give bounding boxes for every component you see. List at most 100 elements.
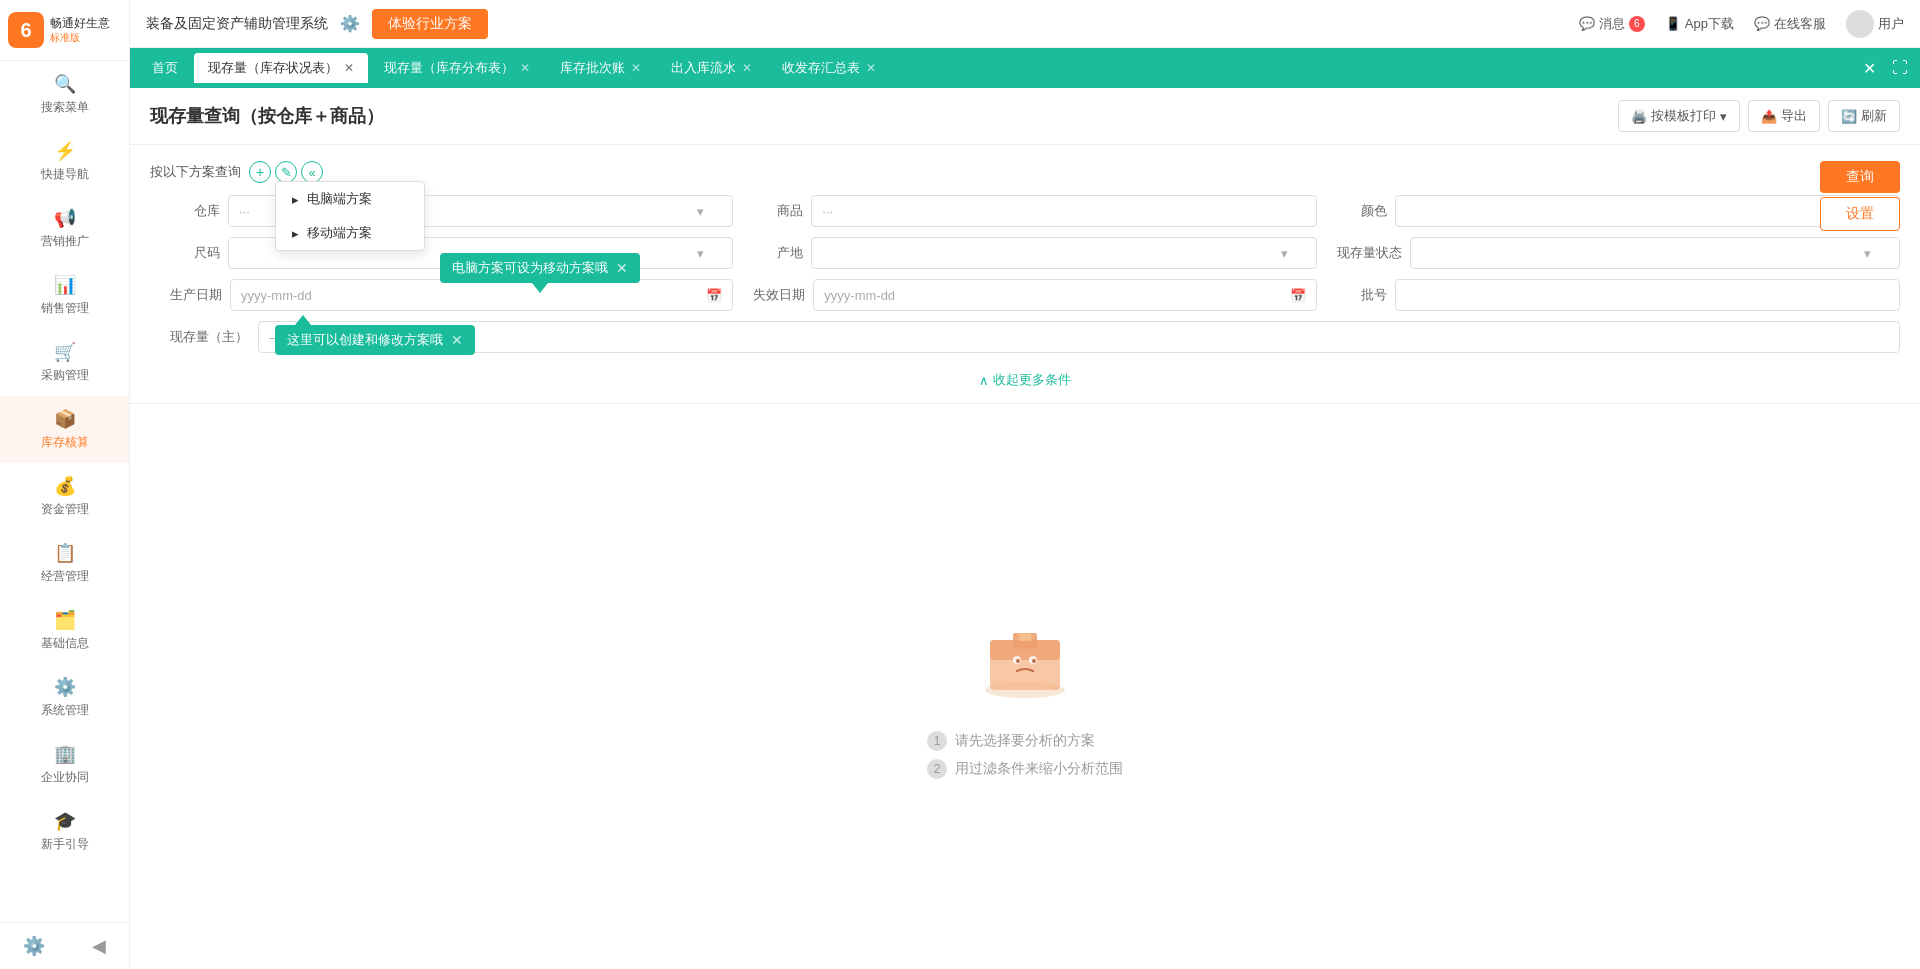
- svg-point-7: [1016, 659, 1020, 663]
- query-button[interactable]: 查询: [1820, 161, 1900, 193]
- pc-scheme-item[interactable]: ▸ 电脑端方案: [276, 182, 424, 216]
- sidebar-item-operations[interactable]: 📋 经营管理: [0, 530, 129, 597]
- chevron-down-icon5: ▾: [1864, 246, 1871, 261]
- app-download-btn[interactable]: 📱 App下载: [1665, 15, 1734, 33]
- tab-receive-send[interactable]: 收发存汇总表 ✕: [768, 53, 890, 83]
- filter-cell-stock-status: 现存量状态 ▾: [1337, 237, 1900, 269]
- page-content: 现存量查询（按仓库＋商品） 🖨️ 按模板打印 ▾ 📤 导出 🔄 刷新: [130, 88, 1920, 969]
- refresh-btn[interactable]: 🔄 刷新: [1828, 100, 1900, 132]
- tab-close-stock-status[interactable]: ✕: [344, 61, 354, 75]
- mobile-scheme-item[interactable]: ▸ 移动端方案: [276, 216, 424, 250]
- tab-stock-status[interactable]: 现存量（库存状况表） ✕: [194, 53, 368, 83]
- tooltip1-close[interactable]: ✕: [616, 260, 628, 276]
- goods-select[interactable]: ···: [811, 195, 1316, 227]
- sidebar-item-quicknav[interactable]: ⚡ 快捷导航: [0, 128, 129, 195]
- tab-close-stock-dist[interactable]: ✕: [520, 61, 530, 75]
- sidebar-item-purchase[interactable]: 🛒 采购管理: [0, 329, 129, 396]
- tooltip2-close[interactable]: ✕: [451, 332, 463, 348]
- filter-scheme-btns: + ✎ «: [249, 161, 323, 183]
- tip-num-1: 1: [927, 731, 947, 751]
- export-icon: 📤: [1761, 109, 1777, 124]
- tab-close-receive-send[interactable]: ✕: [866, 61, 876, 75]
- user-label: 用户: [1878, 15, 1904, 33]
- scheme-left-btn[interactable]: «: [301, 161, 323, 183]
- tab-inout-flow[interactable]: 出入库流水 ✕: [657, 53, 766, 83]
- inventory-icon: 📦: [54, 408, 76, 430]
- phone-icon: 📱: [1665, 16, 1681, 31]
- add-scheme-btn[interactable]: +: [249, 161, 271, 183]
- sales-icon: 📊: [54, 274, 76, 296]
- tab-close-inout-flow[interactable]: ✕: [742, 61, 752, 75]
- sidebar-item-finance[interactable]: 💰 资金管理: [0, 463, 129, 530]
- finance-icon: 💰: [54, 475, 76, 497]
- tab-stock-dist[interactable]: 现存量（库存分布表） ✕: [370, 53, 544, 83]
- tab-actions: ✕ ⛶: [1859, 55, 1912, 82]
- sidebar-item-basic[interactable]: 🗂️ 基础信息: [0, 597, 129, 664]
- enterprise-icon: 🏢: [54, 743, 76, 765]
- origin-select[interactable]: ▾: [811, 237, 1316, 269]
- filter-row-2: 尺码 ▾ 产地 ▾ 现存量状态: [170, 237, 1900, 269]
- sidebar-item-inventory[interactable]: 📦 库存核算: [0, 396, 129, 463]
- message-icon: 💬: [1579, 16, 1595, 31]
- experience-btn[interactable]: 体验行业方案: [372, 9, 488, 39]
- tab-expand-btn[interactable]: ⛶: [1888, 55, 1912, 82]
- refresh-icon: 🔄: [1841, 109, 1857, 124]
- guide-icon: 🎓: [54, 810, 76, 832]
- sidebar-collapse-btn[interactable]: ◀: [92, 935, 106, 957]
- batch-input[interactable]: [1395, 279, 1900, 311]
- chevron-down-icon4: ▾: [1281, 246, 1288, 261]
- expire-date-input[interactable]: yyyy-mm-dd 📅: [813, 279, 1316, 311]
- filter-cell-origin: 产地 ▾: [753, 237, 1316, 269]
- sidebar: 6 畅通好生意 标准版 🔍 搜索菜单 ⚡ 快捷导航 📢 营销推广 📊 销售管理 …: [0, 0, 130, 969]
- empty-state: 1 请先选择要分析的方案 2 用过滤条件来缩小分析范围: [130, 404, 1920, 969]
- filter-cell-color: 颜色 ▾: [1337, 195, 1900, 227]
- message-btn[interactable]: 💬 消息 6: [1579, 15, 1645, 33]
- sidebar-item-system[interactable]: ⚙️ 系统管理: [0, 664, 129, 731]
- quicknav-icon: ⚡: [54, 140, 76, 162]
- operations-icon: 📋: [54, 542, 76, 564]
- printer-icon: 🖨️: [1631, 109, 1647, 124]
- filter-cell-batch: 批号: [1337, 279, 1900, 311]
- sidebar-footer: ⚙️ ◀: [0, 922, 129, 969]
- sidebar-logo: 6 畅通好生意 标准版: [0, 0, 129, 61]
- pc-scheme-tooltip: 电脑方案可设为移动方案哦 ✕: [440, 253, 640, 283]
- setup-button[interactable]: 设置: [1820, 197, 1900, 231]
- service-label: 在线客服: [1774, 15, 1826, 33]
- empty-svg: [965, 595, 1085, 715]
- sidebar-item-enterprise[interactable]: 🏢 企业协同: [0, 731, 129, 798]
- export-btn[interactable]: 📤 导出: [1748, 100, 1820, 132]
- filter-cell-goods: 商品 ···: [753, 195, 1316, 227]
- stock-status-select[interactable]: ▾: [1410, 237, 1900, 269]
- chevron-down-icon3: ▾: [697, 246, 704, 261]
- collapse-btn[interactable]: ∧ 收起更多条件: [150, 363, 1900, 393]
- message-label: 消息: [1599, 15, 1625, 33]
- sidebar-item-search[interactable]: 🔍 搜索菜单: [0, 61, 129, 128]
- create-scheme-tooltip: 这里可以创建和修改方案哦 ✕: [275, 325, 475, 355]
- tab-close-stock-batch[interactable]: ✕: [631, 61, 641, 75]
- page-header: 现存量查询（按仓库＋商品） 🖨️ 按模板打印 ▾ 📤 导出 🔄 刷新: [130, 88, 1920, 145]
- filter-cell-prod-date: 生产日期 yyyy-mm-dd 📅: [170, 279, 733, 311]
- tab-home[interactable]: 首页: [138, 53, 192, 83]
- search-icon: 🔍: [54, 73, 76, 95]
- chevron-right-icon2: ▸: [292, 226, 299, 241]
- sidebar-settings-btn[interactable]: ⚙️: [23, 935, 45, 957]
- sidebar-item-sales[interactable]: 📊 销售管理: [0, 262, 129, 329]
- online-service-btn[interactable]: 💬 在线客服: [1754, 15, 1826, 33]
- tab-stock-batch[interactable]: 库存批次账 ✕: [546, 53, 655, 83]
- user-avatar-area[interactable]: 用户: [1846, 10, 1904, 38]
- filter-title: 按以下方案查询 + ✎ «: [150, 161, 1900, 183]
- stock-qty-input[interactable]: —: [258, 321, 1900, 353]
- tip-num-2: 2: [927, 759, 947, 779]
- sidebar-item-marketing[interactable]: 📢 营销推广: [0, 195, 129, 262]
- tab-bar: 首页 现存量（库存状况表） ✕ 现存量（库存分布表） ✕ 库存批次账 ✕ 出入库…: [130, 48, 1920, 88]
- sidebar-item-guide[interactable]: 🎓 新手引导: [0, 798, 129, 865]
- app-label: App下载: [1685, 15, 1734, 33]
- purchase-icon: 🛒: [54, 341, 76, 363]
- prod-date-input[interactable]: yyyy-mm-dd 📅: [230, 279, 733, 311]
- gear-icon[interactable]: ⚙️: [340, 14, 360, 33]
- tab-close-all-btn[interactable]: ✕: [1859, 55, 1880, 82]
- action-btns: 查询 设置: [1820, 161, 1900, 231]
- edit-scheme-btn[interactable]: ✎: [275, 161, 297, 183]
- system-title: 装备及固定资产辅助管理系统: [146, 15, 328, 33]
- print-btn[interactable]: 🖨️ 按模板打印 ▾: [1618, 100, 1740, 132]
